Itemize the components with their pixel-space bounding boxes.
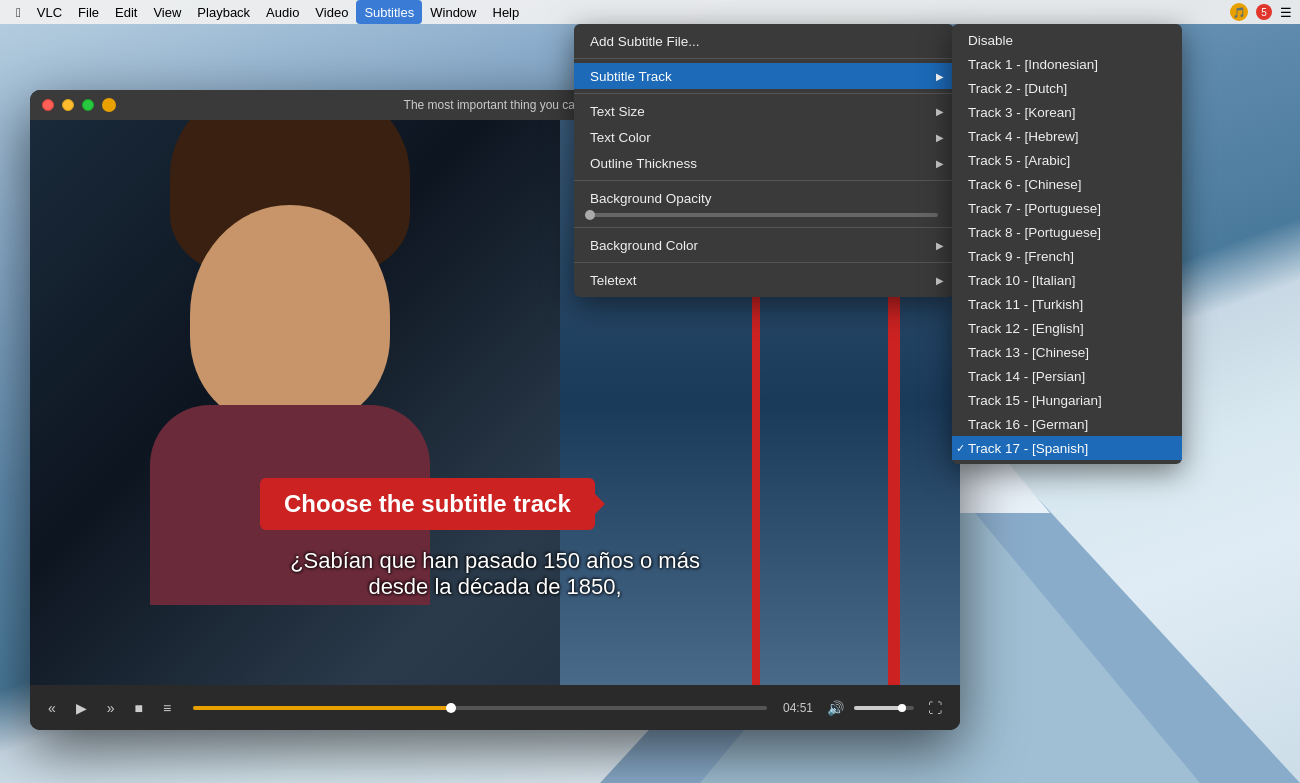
track-12[interactable]: Track 12 - [English] bbox=[952, 316, 1182, 340]
controls-bar: « ▶ » ■ ≡ 04:51 🔊 ⛶ bbox=[30, 685, 960, 730]
menubar:  VLC File Edit View Playback Audio Vide… bbox=[0, 0, 1300, 24]
track-8[interactable]: Track 8 - [Portuguese] bbox=[952, 220, 1182, 244]
menu-separator-1 bbox=[574, 58, 954, 59]
fullscreen-button[interactable] bbox=[82, 99, 94, 111]
menubar-subtitles[interactable]: Subtitles bbox=[356, 0, 422, 24]
menu-add-subtitle-file[interactable]: Add Subtitle File... bbox=[574, 28, 954, 54]
playlist-button[interactable]: ≡ bbox=[157, 696, 177, 720]
fast-forward-button[interactable]: » bbox=[101, 696, 121, 720]
track-5[interactable]: Track 5 - [Arabic] bbox=[952, 148, 1182, 172]
menu-separator-3 bbox=[574, 180, 954, 181]
track-17-selected[interactable]: ✓ Track 17 - [Spanish] bbox=[952, 436, 1182, 460]
subtitle-line-1: ¿Sabían que han pasado 150 años o más bbox=[290, 548, 700, 573]
track-13[interactable]: Track 13 - [Chinese] bbox=[952, 340, 1182, 364]
choose-subtitle-tooltip: Choose the subtitle track bbox=[260, 478, 595, 530]
track-disable[interactable]: Disable bbox=[952, 28, 1182, 52]
track-14[interactable]: Track 14 - [Persian] bbox=[952, 364, 1182, 388]
bg-opacity-slider-track[interactable] bbox=[590, 213, 938, 217]
menu-subtitle-track[interactable]: Subtitle Track bbox=[574, 63, 954, 89]
menubar-apple[interactable]:  bbox=[8, 0, 29, 24]
menubar-right-section: 🎵 5 ☰ bbox=[1230, 3, 1292, 21]
menubar-view[interactable]: View bbox=[145, 0, 189, 24]
fullscreen-toggle-button[interactable]: ⛶ bbox=[922, 696, 948, 720]
time-display: 04:51 bbox=[783, 701, 813, 715]
menubar-playback[interactable]: Playback bbox=[189, 0, 258, 24]
volume-area: 🔊 bbox=[821, 696, 914, 720]
vlc-status-icon: 🎵 bbox=[1230, 3, 1248, 21]
video-person bbox=[110, 125, 490, 605]
volume-fill bbox=[854, 706, 902, 710]
menu-separator-5 bbox=[574, 262, 954, 263]
notification-center-icon[interactable]: ☰ bbox=[1280, 5, 1292, 20]
track-4[interactable]: Track 4 - [Hebrew] bbox=[952, 124, 1182, 148]
volume-bar[interactable] bbox=[854, 706, 914, 710]
menubar-help[interactable]: Help bbox=[485, 0, 528, 24]
selected-checkmark: ✓ bbox=[956, 442, 965, 455]
subtitles-menu: Add Subtitle File... Subtitle Track Text… bbox=[574, 24, 954, 297]
mute-button[interactable]: 🔊 bbox=[821, 696, 850, 720]
menubar-vlc[interactable]: VLC bbox=[29, 0, 70, 24]
track-1[interactable]: Track 1 - [Indonesian] bbox=[952, 52, 1182, 76]
track-2[interactable]: Track 2 - [Dutch] bbox=[952, 76, 1182, 100]
close-button[interactable] bbox=[42, 99, 54, 111]
menu-bg-color[interactable]: Background Color bbox=[574, 232, 954, 258]
menubar-file[interactable]: File bbox=[70, 0, 107, 24]
progress-fill bbox=[193, 706, 451, 710]
menu-bg-opacity-label: Background Opacity bbox=[574, 185, 954, 211]
track-17-label: Track 17 - [Spanish] bbox=[968, 441, 1088, 456]
menu-text-size[interactable]: Text Size bbox=[574, 98, 954, 124]
menu-teletext[interactable]: Teletext bbox=[574, 267, 954, 293]
track-11[interactable]: Track 11 - [Turkish] bbox=[952, 292, 1182, 316]
bg-opacity-slider-thumb[interactable] bbox=[585, 210, 595, 220]
track-9[interactable]: Track 9 - [French] bbox=[952, 244, 1182, 268]
menu-outline-thickness[interactable]: Outline Thickness bbox=[574, 150, 954, 176]
menu-text-color[interactable]: Text Color bbox=[574, 124, 954, 150]
track-16[interactable]: Track 16 - [German] bbox=[952, 412, 1182, 436]
track-10[interactable]: Track 10 - [Italian] bbox=[952, 268, 1182, 292]
play-button[interactable]: ▶ bbox=[70, 696, 93, 720]
minimize-button[interactable] bbox=[62, 99, 74, 111]
track-6[interactable]: Track 6 - [Chinese] bbox=[952, 172, 1182, 196]
subtitle-line-2: desde la década de 1850, bbox=[368, 574, 621, 599]
track-7[interactable]: Track 7 - [Portuguese] bbox=[952, 196, 1182, 220]
menu-separator-2 bbox=[574, 93, 954, 94]
menu-bg-opacity-slider-container[interactable] bbox=[574, 213, 954, 223]
menubar-video[interactable]: Video bbox=[307, 0, 356, 24]
track-3[interactable]: Track 3 - [Korean] bbox=[952, 100, 1182, 124]
menubar-edit[interactable]: Edit bbox=[107, 0, 145, 24]
progress-thumb[interactable] bbox=[446, 703, 456, 713]
vlc-icon bbox=[102, 98, 116, 112]
menu-separator-4 bbox=[574, 227, 954, 228]
notification-badge: 5 bbox=[1256, 4, 1272, 20]
person-head bbox=[190, 205, 390, 425]
volume-thumb[interactable] bbox=[898, 704, 906, 712]
video-subtitle: ¿Sabían que han pasado 150 años o más de… bbox=[145, 548, 845, 600]
rewind-button[interactable]: « bbox=[42, 696, 62, 720]
menubar-audio[interactable]: Audio bbox=[258, 0, 307, 24]
stop-button[interactable]: ■ bbox=[129, 696, 149, 720]
subtitle-track-submenu: Disable Track 1 - [Indonesian] Track 2 -… bbox=[952, 24, 1182, 464]
menubar-window[interactable]: Window bbox=[422, 0, 484, 24]
progress-bar[interactable] bbox=[193, 706, 767, 710]
track-15[interactable]: Track 15 - [Hungarian] bbox=[952, 388, 1182, 412]
